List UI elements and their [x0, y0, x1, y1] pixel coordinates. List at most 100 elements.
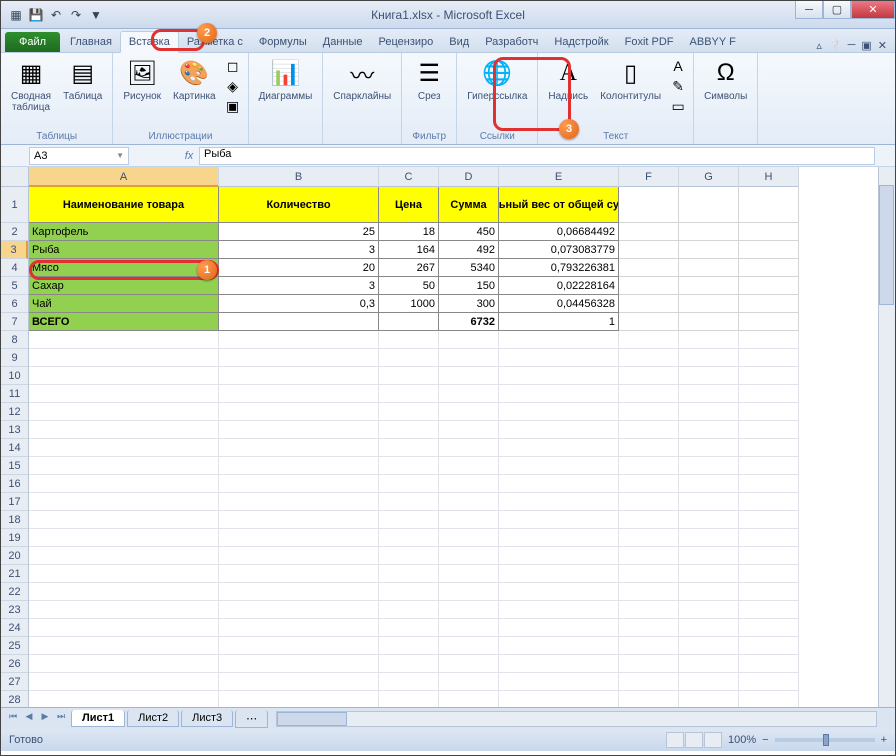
cell[interactable]	[379, 367, 439, 385]
cell[interactable]	[379, 673, 439, 691]
col-header-B[interactable]: B	[219, 167, 379, 187]
cell[interactable]	[439, 601, 499, 619]
cell[interactable]	[619, 547, 679, 565]
cell[interactable]	[379, 421, 439, 439]
cell[interactable]	[439, 673, 499, 691]
cell[interactable]	[679, 223, 739, 241]
header-weight[interactable]: Удельный вес от общей суммы	[499, 187, 619, 223]
cell[interactable]	[739, 511, 799, 529]
tab-abbyy[interactable]: ABBYY F	[682, 32, 744, 52]
cell[interactable]	[739, 349, 799, 367]
formula-input[interactable]: Рыба	[199, 147, 875, 165]
cell[interactable]	[679, 259, 739, 277]
cell[interactable]	[619, 403, 679, 421]
cell[interactable]	[379, 475, 439, 493]
cell[interactable]	[29, 583, 219, 601]
cell[interactable]	[739, 331, 799, 349]
cell[interactable]	[439, 565, 499, 583]
cell[interactable]	[439, 457, 499, 475]
cell[interactable]	[379, 601, 439, 619]
cell[interactable]	[219, 655, 379, 673]
cell[interactable]	[679, 421, 739, 439]
cell[interactable]	[739, 367, 799, 385]
row-header-2[interactable]: 2	[1, 223, 28, 241]
cell[interactable]	[739, 385, 799, 403]
cell[interactable]	[739, 241, 799, 259]
cell[interactable]	[219, 313, 379, 331]
row-header-23[interactable]: 23	[1, 601, 28, 619]
cell[interactable]	[499, 385, 619, 403]
col-header-A[interactable]: A	[29, 167, 219, 187]
cell[interactable]	[619, 691, 679, 707]
cell[interactable]	[619, 637, 679, 655]
cell[interactable]	[739, 439, 799, 457]
cell[interactable]	[679, 367, 739, 385]
excel-icon[interactable]: ▦	[7, 6, 25, 24]
row-header-1[interactable]: 1	[1, 187, 28, 223]
col-header-E[interactable]: E	[499, 167, 619, 187]
cell[interactable]	[219, 439, 379, 457]
cell[interactable]	[379, 619, 439, 637]
name-box[interactable]: A3▼	[29, 147, 129, 165]
cell[interactable]	[439, 655, 499, 673]
cell[interactable]	[679, 439, 739, 457]
sheet-nav-next[interactable]: ▶	[37, 711, 53, 727]
cell[interactable]	[679, 673, 739, 691]
cell[interactable]	[29, 367, 219, 385]
cell[interactable]	[499, 475, 619, 493]
cell[interactable]	[739, 493, 799, 511]
cell[interactable]	[219, 619, 379, 637]
cell-weight[interactable]: 0,02228164	[499, 277, 619, 295]
charts-button[interactable]: 📊Диаграммы	[255, 55, 317, 104]
cell[interactable]	[219, 529, 379, 547]
cell[interactable]	[739, 421, 799, 439]
row-header-18[interactable]: 18	[1, 511, 28, 529]
cell[interactable]	[219, 547, 379, 565]
cell[interactable]	[219, 385, 379, 403]
cell[interactable]	[739, 619, 799, 637]
cell-total-weight[interactable]: 1	[499, 313, 619, 331]
cell-name[interactable]: Картофель	[29, 223, 219, 241]
tab-view[interactable]: Вид	[441, 32, 477, 52]
cell[interactable]	[439, 547, 499, 565]
horizontal-scrollbar[interactable]	[276, 711, 877, 727]
cell[interactable]	[679, 187, 739, 223]
row-header-24[interactable]: 24	[1, 619, 28, 637]
cell[interactable]	[619, 241, 679, 259]
cell[interactable]	[379, 637, 439, 655]
cell[interactable]	[29, 349, 219, 367]
cell[interactable]	[679, 331, 739, 349]
cell[interactable]	[499, 619, 619, 637]
row-header-11[interactable]: 11	[1, 385, 28, 403]
cell[interactable]	[499, 457, 619, 475]
cell[interactable]	[679, 475, 739, 493]
cell[interactable]	[739, 187, 799, 223]
row-header-28[interactable]: 28	[1, 691, 28, 707]
row-header-27[interactable]: 27	[1, 673, 28, 691]
cell[interactable]	[679, 583, 739, 601]
cell[interactable]	[619, 295, 679, 313]
cell[interactable]	[679, 655, 739, 673]
cell[interactable]	[679, 457, 739, 475]
select-all-corner[interactable]	[1, 167, 29, 187]
cell[interactable]	[619, 421, 679, 439]
zoom-in-button[interactable]: +	[881, 734, 887, 746]
cell[interactable]	[29, 673, 219, 691]
cell[interactable]	[29, 565, 219, 583]
cell-weight[interactable]: 0,073083779	[499, 241, 619, 259]
cell[interactable]	[439, 439, 499, 457]
smartart-icon[interactable]: ◈	[224, 77, 242, 95]
cell[interactable]	[379, 493, 439, 511]
cell[interactable]	[619, 349, 679, 367]
header-price[interactable]: Цена	[379, 187, 439, 223]
cell[interactable]	[739, 475, 799, 493]
cell[interactable]	[679, 313, 739, 331]
close-button[interactable]: ✕	[851, 1, 895, 19]
cell[interactable]	[29, 511, 219, 529]
cell-qty[interactable]: 0,3	[219, 295, 379, 313]
cell[interactable]	[379, 547, 439, 565]
row-header-22[interactable]: 22	[1, 583, 28, 601]
row-header-6[interactable]: 6	[1, 295, 28, 313]
picture-button[interactable]: 🖼Рисунок	[119, 55, 165, 104]
tab-developer[interactable]: Разработч	[477, 32, 546, 52]
